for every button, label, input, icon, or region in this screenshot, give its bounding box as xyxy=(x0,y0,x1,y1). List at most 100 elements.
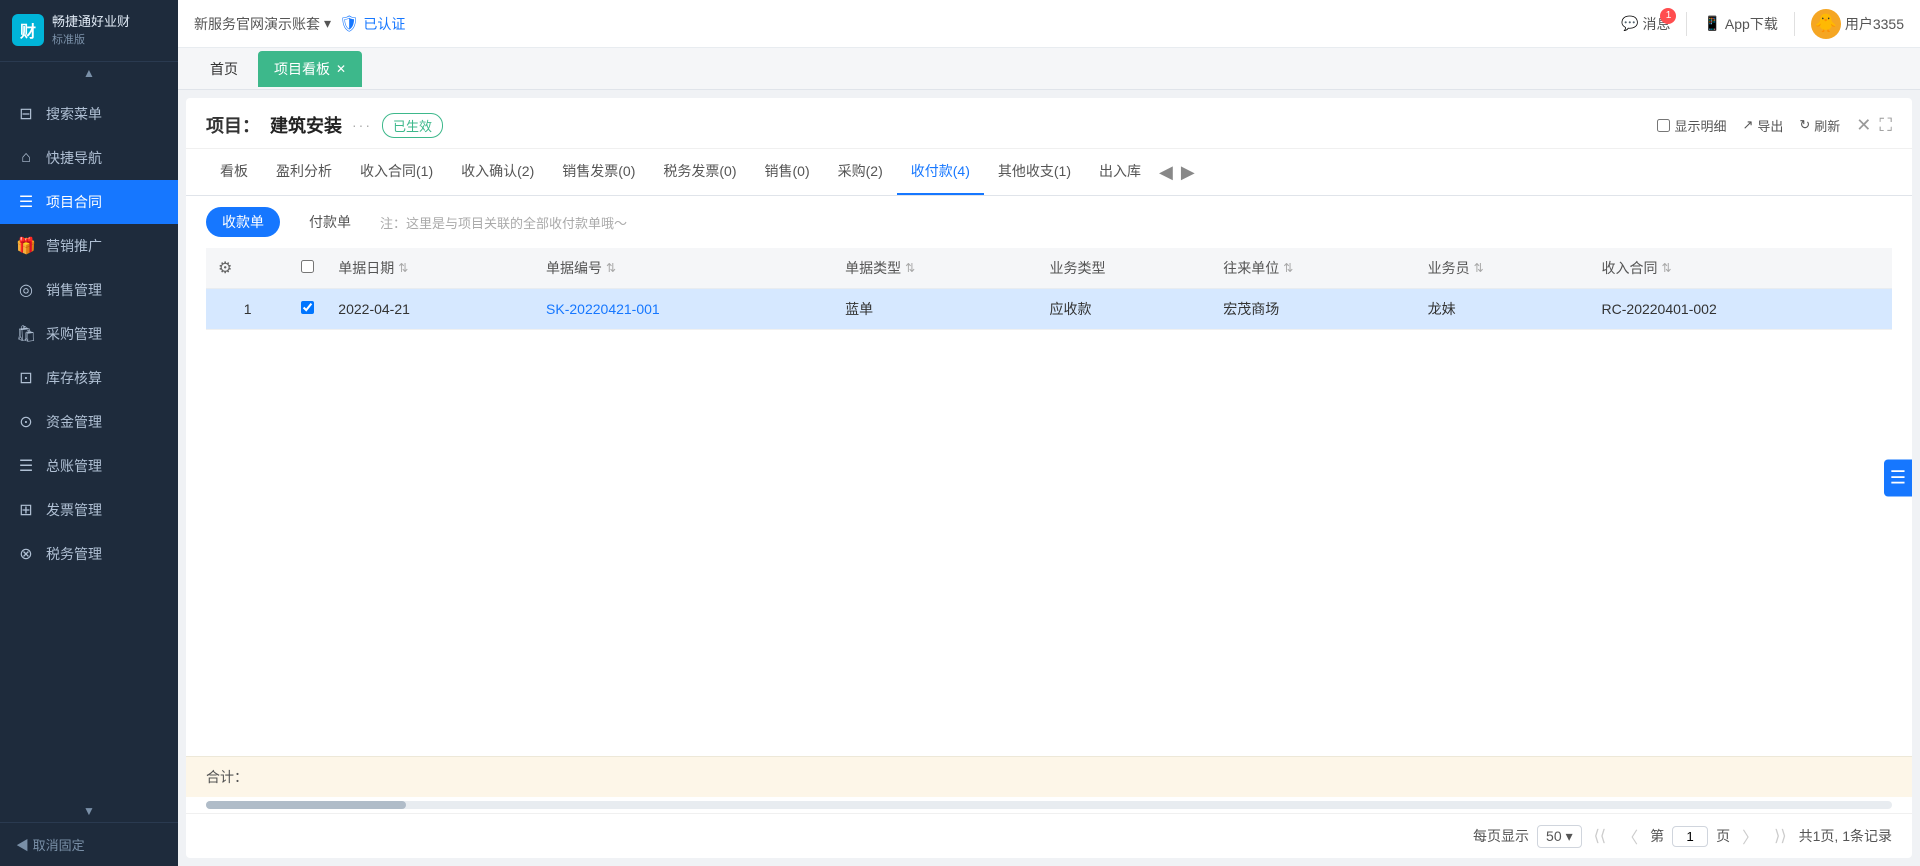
sub-tab-sales-invoice[interactable]: 销售发票(0) xyxy=(548,149,649,195)
page-number-input[interactable] xyxy=(1672,826,1708,847)
export-button[interactable]: ↗ 导出 xyxy=(1742,116,1783,135)
sidebar-item-project-contract[interactable]: ☰ 项目合同 xyxy=(0,180,178,224)
scroll-area xyxy=(186,797,1912,813)
page-suffix-label: 页 xyxy=(1716,826,1730,846)
sidebar-item-label-project-contract: 项目合同 xyxy=(46,192,102,212)
col-label-income_contract: 收入合同 xyxy=(1602,258,1658,278)
sub-tabs-prev-button[interactable]: ◀ xyxy=(1155,162,1177,183)
sort-icon-income_contract[interactable]: ⇅ xyxy=(1662,261,1672,275)
export-label: 导出 xyxy=(1757,116,1783,135)
app-download-button[interactable]: 📱 App下载 xyxy=(1703,14,1777,34)
pagination: 每页显示 50 ▾ ⟨⟨ 〈 第 页 〉 ⟩⟩ 共1页, 1条记录 xyxy=(186,813,1912,858)
payment-filter-button[interactable]: 付款单 xyxy=(292,206,368,238)
refresh-button[interactable]: ↻ 刷新 xyxy=(1799,116,1840,135)
table-row[interactable]: 1 2022-04-21 SK-20220421-001 蓝单 应收款 宏茂商场… xyxy=(206,289,1892,330)
sort-icon-salesperson[interactable]: ⇅ xyxy=(1474,261,1484,275)
user-menu[interactable]: 🐥 用户3355 xyxy=(1811,9,1904,39)
float-action-button[interactable]: ☰ xyxy=(1884,460,1912,497)
tab-home[interactable]: 首页 xyxy=(194,51,254,87)
project-contract-icon: ☰ xyxy=(16,192,36,212)
th-biz_type: 业务类型 xyxy=(1037,248,1211,289)
th-settings[interactable]: ⚙ xyxy=(206,248,289,289)
th-partner: 往来单位⇅ xyxy=(1211,248,1415,289)
sub-tab-receipt[interactable]: 收付款(4) xyxy=(897,149,984,195)
sidebar-scroll-up[interactable]: ▲ xyxy=(0,62,178,84)
sort-icon-partner[interactable]: ⇅ xyxy=(1283,261,1293,275)
shield-icon: 🛡 xyxy=(339,14,359,34)
page-size-select[interactable]: 50 ▾ xyxy=(1537,825,1582,848)
sidebar-item-funds-mgmt[interactable]: ⊙资金管理 xyxy=(0,400,178,444)
sidebar-item-tax-mgmt[interactable]: ⊗税务管理 xyxy=(0,532,178,576)
first-page-button[interactable]: ⟨⟨ xyxy=(1590,826,1610,846)
sidebar-item-label-sales-mgmt: 销售管理 xyxy=(46,280,102,300)
th-date: 单据日期⇅ xyxy=(326,248,534,289)
sub-tab-profit-analysis[interactable]: 盈利分析 xyxy=(262,149,346,195)
sidebar-item-sales-mgmt[interactable]: ◎ 销售管理 xyxy=(0,268,178,312)
sales-mgmt-icon: ◎ xyxy=(16,280,36,300)
sort-icon-date[interactable]: ⇅ xyxy=(398,261,408,275)
row-biz-type: 应收款 xyxy=(1037,289,1211,330)
prev-page-button[interactable]: 〈 xyxy=(1618,824,1642,848)
sub-tab-kanban[interactable]: 看板 xyxy=(206,149,262,195)
sub-tab-sales[interactable]: 销售(0) xyxy=(751,149,824,195)
select-all-checkbox[interactable] xyxy=(301,260,314,273)
settings-icon[interactable]: ⚙ xyxy=(218,260,232,277)
sidebar-item-quick-nav[interactable]: ⌂快捷导航 xyxy=(0,136,178,180)
sidebar-item-invoice-mgmt[interactable]: ⊞发票管理 xyxy=(0,488,178,532)
ledger-mgmt-icon: ☰ xyxy=(16,456,36,476)
app-name: 畅捷通好业财 xyxy=(52,14,130,31)
tab-close-icon[interactable]: ✕ xyxy=(336,62,346,76)
sub-tab-income-contract[interactable]: 收入合同(1) xyxy=(346,149,447,195)
sidebar-item-marketing[interactable]: 🎁 营销推广 xyxy=(0,224,178,268)
project-header: 项目： 建筑安装 ··· 已生效 显示明细 ↗ 导出 ↻ 刷新 xyxy=(186,98,1912,149)
sub-tab-warehouse[interactable]: 出入库 xyxy=(1085,149,1155,195)
sidebar-item-purchase-mgmt[interactable]: 🛍采购管理 xyxy=(0,312,178,356)
tab-project-board[interactable]: 项目看板 ✕ xyxy=(258,51,362,87)
sidebar-item-label-ledger-mgmt: 总账管理 xyxy=(46,456,102,476)
marketing-icon: 🎁 xyxy=(16,236,36,256)
top-bar-right: 💬 消息 1 📱 App下载 🐥 用户3355 xyxy=(1621,9,1904,39)
sub-tab-purchase[interactable]: 采购(2) xyxy=(824,149,897,195)
project-status-badge: 已生效 xyxy=(382,113,443,138)
page-prefix-label: 第 xyxy=(1650,826,1664,846)
project-actions: 显示明细 ↗ 导出 ↻ 刷新 ✕ ⛶ xyxy=(1657,115,1892,136)
sidebar-item-search[interactable]: ⊟搜索菜单 xyxy=(0,92,178,136)
maximize-window-icon[interactable]: ⛶ xyxy=(1879,115,1892,136)
next-page-button[interactable]: 〉 xyxy=(1738,824,1762,848)
horizontal-scrollbar[interactable] xyxy=(206,801,1892,809)
col-label-salesperson: 业务员 xyxy=(1428,258,1470,278)
show-detail-input[interactable] xyxy=(1657,119,1670,132)
account-selector[interactable]: 新服务官网演示账套 ▾ xyxy=(194,14,331,34)
receipt-filter-button[interactable]: 收款单 xyxy=(206,207,280,237)
account-name: 新服务官网演示账套 xyxy=(194,14,320,34)
sidebar-item-inventory[interactable]: ⊡库存核算 xyxy=(0,356,178,400)
verified-status: 🛡 已认证 xyxy=(339,14,405,34)
sidebar-item-ledger-mgmt[interactable]: ☰ 总账管理 xyxy=(0,444,178,488)
sidebar-scroll-down[interactable]: ▼ xyxy=(0,800,178,822)
refresh-label: 刷新 xyxy=(1814,116,1840,135)
message-button[interactable]: 💬 消息 1 xyxy=(1621,14,1670,34)
sidebar: 财 畅捷通好业财 标准版 ▲ ⊟搜索菜单⌂快捷导航☰项目合同🎁营销推广◎销售管理… xyxy=(0,0,178,866)
sub-tabs: 看板盈利分析收入合同(1)收入确认(2)销售发票(0)税务发票(0)销售(0)采… xyxy=(186,149,1912,196)
sidebar-item-label-marketing: 营销推广 xyxy=(46,236,102,256)
sort-icon-number[interactable]: ⇅ xyxy=(606,261,616,275)
total-row: 合计： xyxy=(186,756,1912,797)
row-number-link[interactable]: SK-20220421-001 xyxy=(546,301,660,317)
row-checkbox[interactable] xyxy=(301,301,314,314)
page-size-dropdown-icon: ▾ xyxy=(1566,828,1573,845)
col-label-type: 单据类型 xyxy=(845,258,901,278)
project-label: 项目： xyxy=(206,112,260,138)
sub-tab-income-confirm[interactable]: 收入确认(2) xyxy=(447,149,548,195)
sub-tab-other-expense[interactable]: 其他收支(1) xyxy=(984,149,1085,195)
sub-tabs-next-button[interactable]: ▶ xyxy=(1177,162,1199,183)
sub-tab-tax-invoice[interactable]: 税务发票(0) xyxy=(649,149,750,195)
export-icon: ↗ xyxy=(1742,117,1753,133)
close-window-icon[interactable]: ✕ xyxy=(1856,115,1871,136)
scrollbar-thumb[interactable] xyxy=(206,801,406,809)
row-date: 2022-04-21 xyxy=(326,289,534,330)
project-more-button[interactable]: ··· xyxy=(352,117,372,133)
last-page-button[interactable]: ⟩⟩ xyxy=(1770,826,1790,846)
sort-icon-type[interactable]: ⇅ xyxy=(905,261,915,275)
sidebar-unpin-button[interactable]: ◀ 取消固定 xyxy=(0,822,178,866)
show-detail-checkbox[interactable]: 显示明细 xyxy=(1657,116,1726,135)
